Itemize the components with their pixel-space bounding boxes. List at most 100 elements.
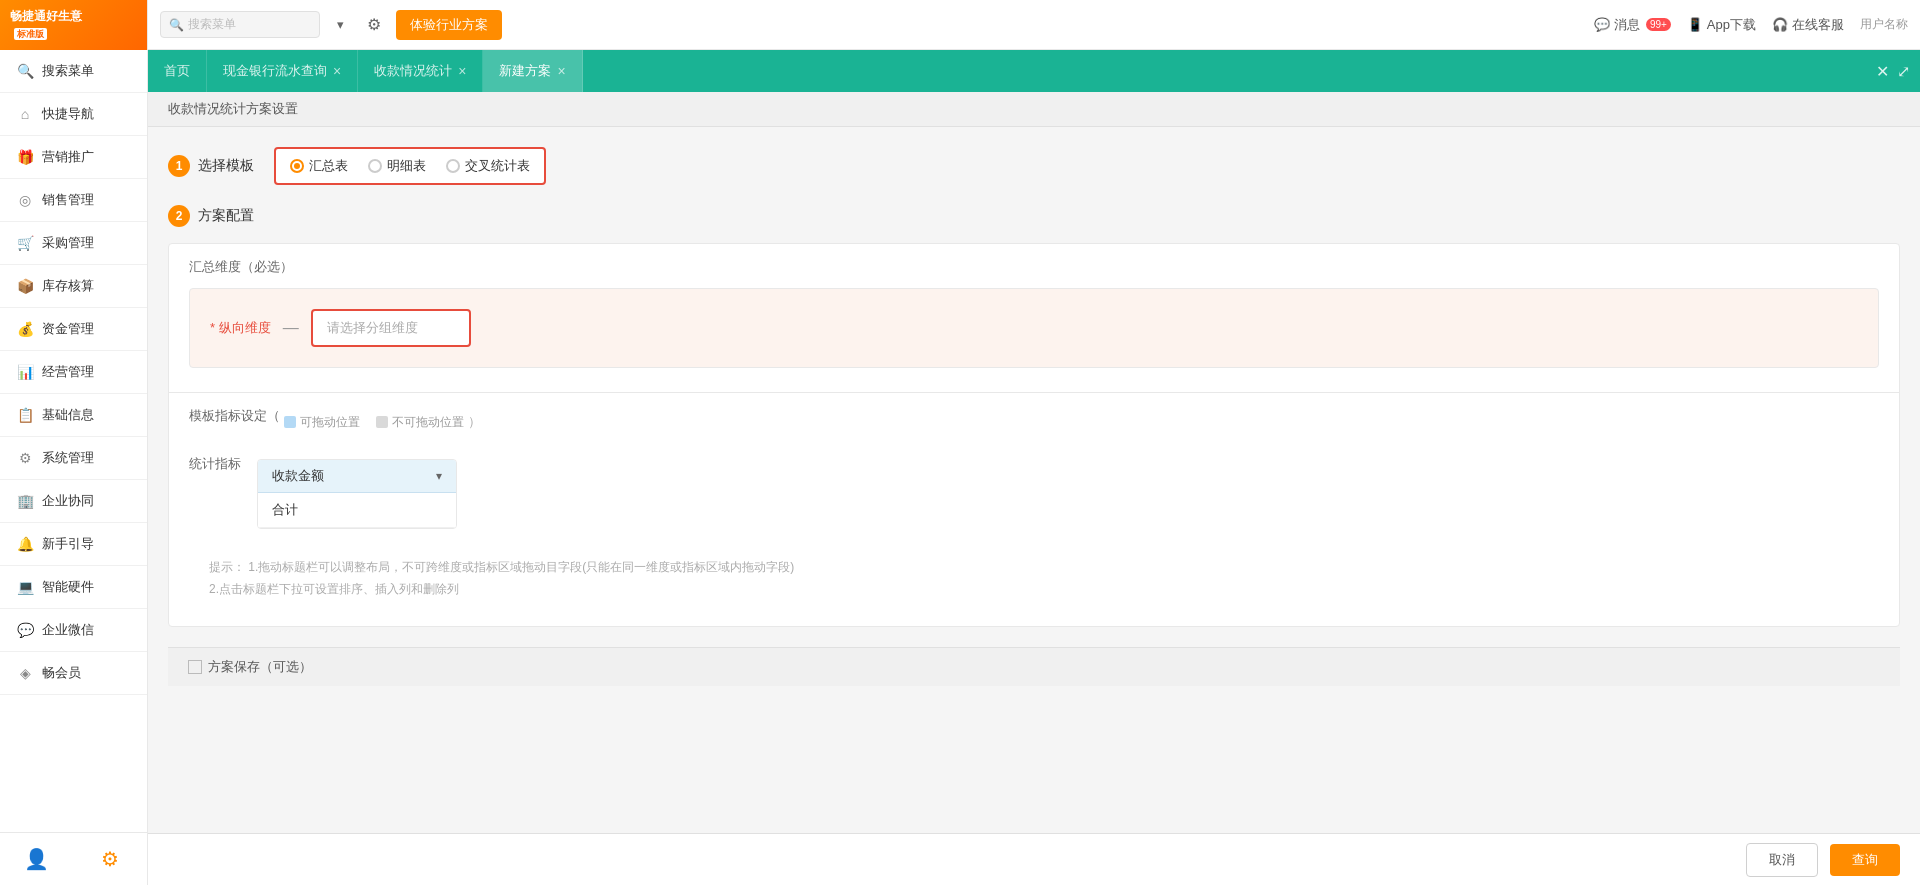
metrics-column-header: 收款金额 ▾ <box>258 460 456 493</box>
save-label: 方案保存（可选） <box>208 658 312 676</box>
dimension-area: 纵向维度 — 请选择分组维度 <box>189 288 1879 368</box>
settings-gear-icon[interactable]: ⚙ <box>360 11 388 39</box>
metrics-total-row: 合计 <box>258 493 456 528</box>
sidebar-item-label: 畅会员 <box>42 664 81 682</box>
sidebar-item-member[interactable]: ◈ 畅会员 <box>0 652 147 695</box>
sidebar-item-label: 企业微信 <box>42 621 94 639</box>
save-checkbox[interactable] <box>188 660 202 674</box>
tab-bank-close[interactable]: × <box>333 64 341 78</box>
content-area: 1 选择模板 汇总表 明细表 交叉统计表 <box>148 127 1920 833</box>
sidebar-item-guide[interactable]: 🔔 新手引导 <box>0 523 147 566</box>
message-btn[interactable]: 💬 消息 99+ <box>1594 16 1671 34</box>
money-icon: 💰 <box>16 320 34 338</box>
sidebar-item-finance[interactable]: 💰 资金管理 <box>0 308 147 351</box>
sidebar-item-basic[interactable]: 📋 基础信息 <box>0 394 147 437</box>
tab-home-label: 首页 <box>164 62 190 80</box>
topbar: 🔍 搜索菜单 ▾ ⚙ 体验行业方案 💬 消息 99+ 📱 App下载 🎧 在线客… <box>148 0 1920 50</box>
download-label: App下载 <box>1707 16 1756 34</box>
home-icon: ⌂ <box>16 105 34 123</box>
main-wrapper: 🔍 搜索菜单 ▾ ⚙ 体验行业方案 💬 消息 99+ 📱 App下载 🎧 在线客… <box>148 0 1920 885</box>
tips-area: 提示： 1.拖动标题栏可以调整布局，不可跨维度或指标区域拖动目字段(只能在同一维… <box>189 545 1879 612</box>
radio-detail[interactable]: 明细表 <box>368 157 426 175</box>
step1-header: 1 选择模板 汇总表 明细表 交叉统计表 <box>168 147 1900 185</box>
sidebar-item-system[interactable]: ⚙ 系统管理 <box>0 437 147 480</box>
sidebar-item-sales[interactable]: ◎ 销售管理 <box>0 179 147 222</box>
hint-movable-label: 可拖动位置 <box>300 414 360 431</box>
sidebar-item-wechat[interactable]: 💬 企业微信 <box>0 609 147 652</box>
dimension-label: 汇总维度（必选） <box>189 258 1879 276</box>
sidebar-item-label: 搜索菜单 <box>42 62 94 80</box>
message-badge: 99+ <box>1646 18 1671 31</box>
sidebar-item-operations[interactable]: 📊 经营管理 <box>0 351 147 394</box>
step2-section: 2 方案配置 汇总维度（必选） 纵向维度 — 请选择分组维度 <box>168 205 1900 627</box>
search-dropdown-btn[interactable]: ▾ <box>328 13 352 37</box>
download-btn[interactable]: 📱 App下载 <box>1687 16 1756 34</box>
sidebar-item-inventory[interactable]: 📦 库存核算 <box>0 265 147 308</box>
step1-badge: 1 <box>168 155 190 177</box>
dimension-select-placeholder: 请选择分组维度 <box>327 319 418 337</box>
sidebar-user-icon[interactable]: 👤 <box>19 841 55 877</box>
sidebar-item-purchase[interactable]: 🛒 采购管理 <box>0 222 147 265</box>
sidebar-item-hardware[interactable]: 💻 智能硬件 <box>0 566 147 609</box>
step2-header: 2 方案配置 <box>168 205 1900 227</box>
sidebar-settings-icon[interactable]: ⚙ <box>92 841 128 877</box>
tab-payment-label: 收款情况统计 <box>374 62 452 80</box>
dimension-arrow-icon: — <box>283 319 299 337</box>
sidebar-item-label: 快捷导航 <box>42 105 94 123</box>
tip-2: 2.点击标题栏下拉可设置排序、插入列和删除列 <box>209 579 1859 601</box>
radio-cross[interactable]: 交叉统计表 <box>446 157 530 175</box>
sidebar-item-search[interactable]: 🔍 搜索菜单 <box>0 50 147 93</box>
sidebar-item-label: 营销推广 <box>42 148 94 166</box>
query-button[interactable]: 查询 <box>1830 844 1900 876</box>
sidebar-item-marketing[interactable]: 🎁 营销推广 <box>0 136 147 179</box>
chat-icon: 💬 <box>16 621 34 639</box>
tab-payment[interactable]: 收款情况统计 × <box>358 50 483 92</box>
member-icon: ◈ <box>16 664 34 682</box>
tab-home[interactable]: 首页 <box>148 50 207 92</box>
tab-new-plan-close[interactable]: × <box>557 64 565 78</box>
step2-card: 汇总维度（必选） 纵向维度 — 请选择分组维度 <box>168 243 1900 627</box>
tab-new-plan[interactable]: 新建方案 × <box>483 50 582 92</box>
hint-movable-dot <box>284 416 296 428</box>
topbar-right: 💬 消息 99+ 📱 App下载 🎧 在线客服 用户名称 <box>1594 16 1908 34</box>
user-name: 用户名称 <box>1860 16 1908 33</box>
metrics-section: 模板指标设定（ 可拖动位置 不可拖动位置 <box>169 393 1899 626</box>
sidebar-item-enterprise[interactable]: 🏢 企业协同 <box>0 480 147 523</box>
dimension-select[interactable]: 请选择分组维度 <box>311 309 471 347</box>
gift-icon: 🎁 <box>16 148 34 166</box>
sidebar-item-label: 系统管理 <box>42 449 94 467</box>
sidebar-item-label: 新手引导 <box>42 535 94 553</box>
metrics-table: 收款金额 ▾ 合计 <box>257 459 457 529</box>
sidebar-item-quicknav[interactable]: ⌂ 快捷导航 <box>0 93 147 136</box>
hint-immovable: 不可拖动位置 <box>376 414 464 431</box>
tab-payment-close[interactable]: × <box>458 64 466 78</box>
cart-icon: 🛒 <box>16 234 34 252</box>
search-icon: 🔍 <box>16 62 34 80</box>
step1-section: 1 选择模板 汇总表 明细表 交叉统计表 <box>168 147 1900 185</box>
tab-new-plan-label: 新建方案 <box>499 62 551 80</box>
dimension-row: 纵向维度 — 请选择分组维度 <box>210 309 1858 347</box>
sidebar-bottom: 👤 ⚙ <box>0 832 147 885</box>
app-badge: 标准版 <box>14 28 47 40</box>
sidebar-item-label: 资金管理 <box>42 320 94 338</box>
cancel-button[interactable]: 取消 <box>1746 843 1818 877</box>
service-btn[interactable]: 🎧 在线客服 <box>1772 16 1844 34</box>
footer-save: 方案保存（可选） <box>168 647 1900 686</box>
app-logo: 畅捷通好生意 标准版 <box>0 0 147 50</box>
tab-bank[interactable]: 现金银行流水查询 × <box>207 50 358 92</box>
metrics-dropdown-icon[interactable]: ▾ <box>436 469 442 483</box>
sidebar-item-label: 经营管理 <box>42 363 94 381</box>
search-box[interactable]: 🔍 搜索菜单 <box>160 11 320 38</box>
step2-badge: 2 <box>168 205 190 227</box>
service-label: 在线客服 <box>1792 16 1844 34</box>
industry-btn[interactable]: 体验行业方案 <box>396 10 502 40</box>
page-header: 收款情况统计方案设置 <box>148 92 1920 127</box>
tab-close-all-btn[interactable]: ✕ <box>1876 62 1889 81</box>
radio-circle-summary <box>290 159 304 173</box>
vertical-dim-label: 纵向维度 <box>210 319 271 337</box>
tab-maximize-btn[interactable]: ⤢ <box>1897 62 1910 81</box>
radio-summary[interactable]: 汇总表 <box>290 157 348 175</box>
hint-movable: 可拖动位置 <box>284 414 360 431</box>
laptop-icon: 💻 <box>16 578 34 596</box>
metrics-hint: 可拖动位置 不可拖动位置 <box>284 414 464 431</box>
